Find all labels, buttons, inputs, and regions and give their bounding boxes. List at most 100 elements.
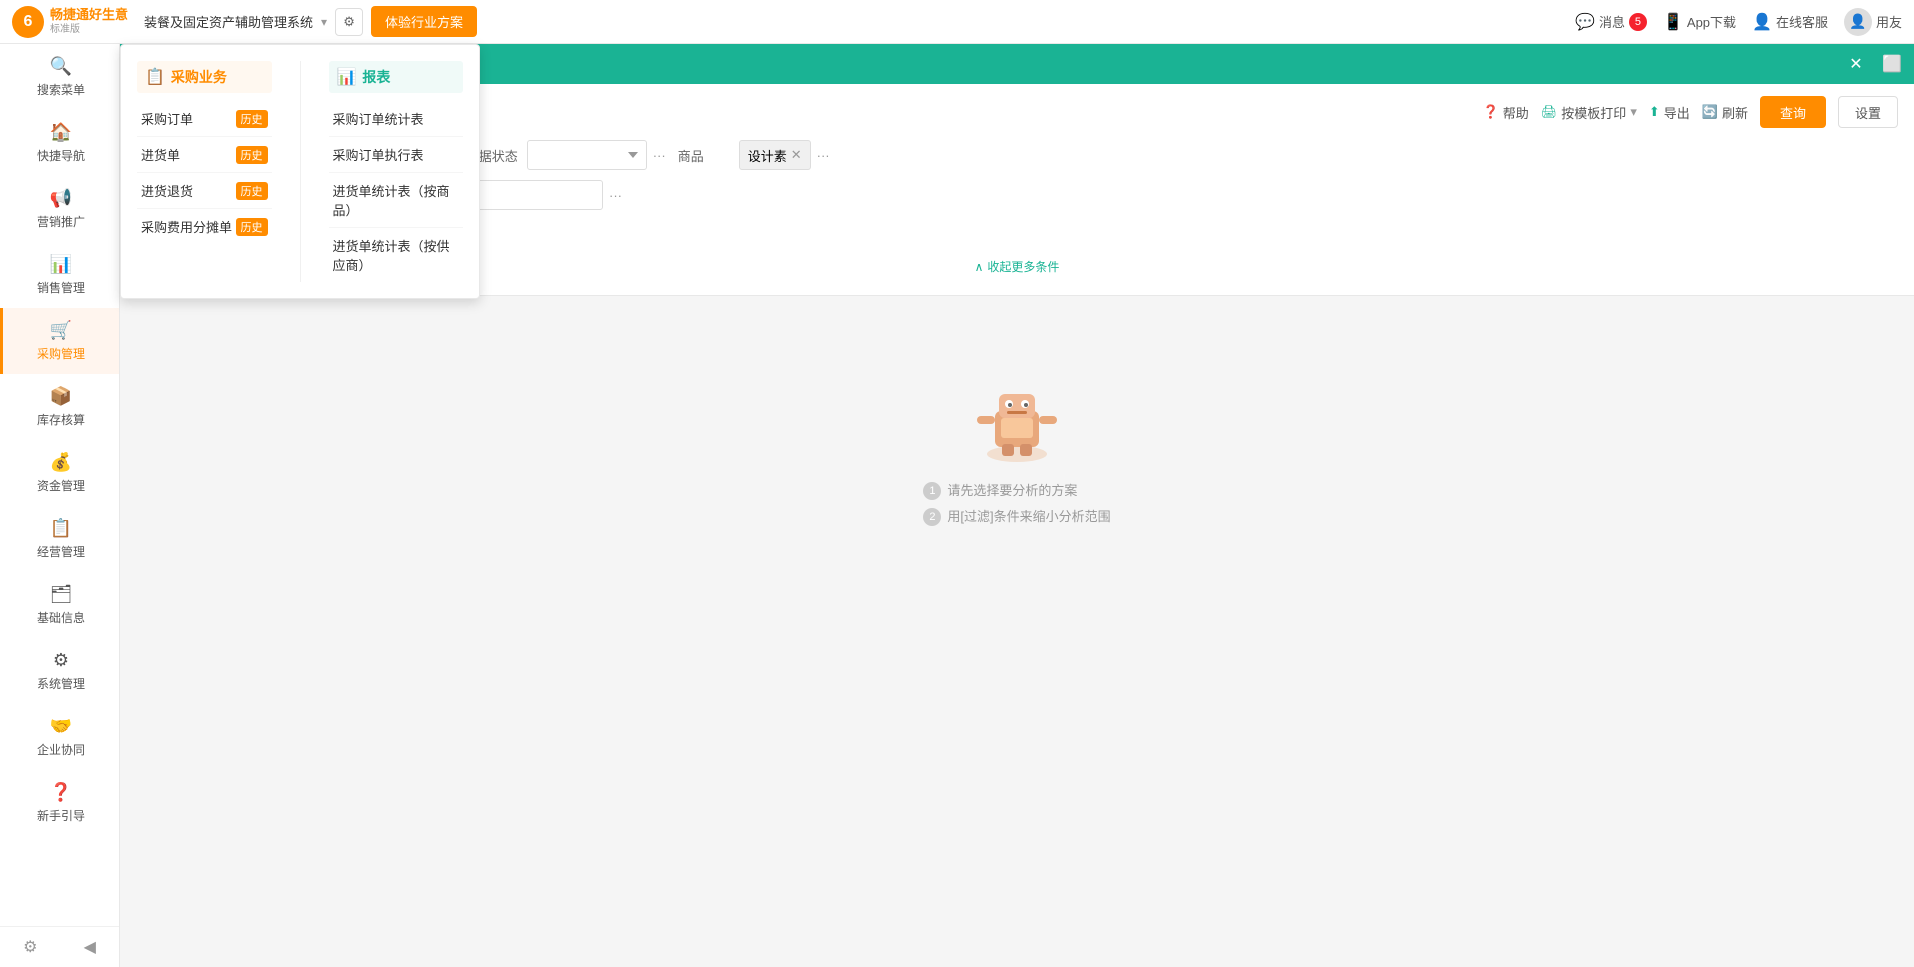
step2-text: 用[过滤]条件来缩小分析范围: [947, 504, 1110, 530]
tab-maximize-btn[interactable]: ⬜: [1878, 50, 1906, 78]
sidebar-item-inventory[interactable]: 📦 库存核算: [0, 374, 119, 440]
logo-text: 畅捷通好生意 标准版: [50, 7, 128, 37]
industry-button[interactable]: 体验行业方案: [371, 6, 477, 37]
brand-main: 畅捷通好生意: [50, 7, 128, 24]
message-label: 消息: [1599, 12, 1625, 31]
query-button[interactable]: 查询: [1760, 96, 1826, 128]
sidebar-label-system: 系统管理: [37, 675, 85, 692]
step2-num: 2: [923, 508, 941, 526]
export-button[interactable]: ⬆ 导出: [1649, 103, 1690, 122]
service-icon: 👤: [1752, 12, 1772, 32]
dropdown-purchase-title: 📋 采购业务: [137, 61, 272, 93]
sidebar-label-basic-info: 基础信息: [37, 609, 85, 626]
sidebar-item-sales[interactable]: 📊 销售管理: [0, 242, 119, 308]
print-button[interactable]: 🖨 按模板打印 ▾: [1541, 103, 1637, 122]
export-label: 导出: [1664, 103, 1690, 122]
dropdown-item-report-order-exec[interactable]: 采购订单执行表: [329, 137, 464, 173]
finance-icon: 💰: [50, 452, 72, 473]
inventory-icon: 📦: [50, 386, 72, 407]
sidebar-collapse-btn[interactable]: ◀: [84, 937, 96, 957]
dropdown-divider: [300, 61, 301, 282]
goods-dots[interactable]: ···: [817, 148, 830, 163]
sidebar-item-search[interactable]: 🔍 搜索菜单: [0, 44, 119, 110]
salesman-dots[interactable]: ···: [609, 188, 622, 203]
empty-state: 1 请先选择要分析的方案 2 用[过滤]条件来缩小分析范围: [120, 296, 1914, 610]
settings-config-button[interactable]: 设置: [1838, 96, 1898, 128]
dropdown-item-purchase-return[interactable]: 进货退货 历史: [137, 173, 272, 209]
header-center: 装餐及固定资产辅助管理系统 ▾ ⚙ 体验行业方案: [144, 6, 1575, 37]
empty-text: 1 请先选择要分析的方案 2 用[过滤]条件来缩小分析范围: [923, 478, 1110, 530]
print-arrow-icon[interactable]: ▾: [1630, 104, 1637, 120]
logo-area: 6 畅捷通好生意 标准版: [12, 6, 132, 38]
dropdown-item-purchase-order[interactable]: 采购订单 历史: [137, 101, 272, 137]
refresh-button[interactable]: 🔄 刷新: [1702, 103, 1748, 122]
sidebar-settings-btn[interactable]: ⚙: [23, 937, 37, 957]
sidebar-item-system[interactable]: ⚙ 系统管理: [0, 638, 119, 704]
user-label: 用友: [1876, 12, 1902, 31]
goods-tag-value: 设计素: [748, 146, 787, 165]
sidebar-label-search: 搜索菜单: [37, 81, 85, 98]
top-header: 6 畅捷通好生意 标准版 装餐及固定资产辅助管理系统 ▾ ⚙ 体验行业方案 💬 …: [0, 0, 1914, 44]
tab-close-btn[interactable]: ✕: [1842, 50, 1870, 78]
dropdown-item-purchase-receipt[interactable]: 进货单 历史: [137, 137, 272, 173]
sidebar-item-purchase[interactable]: 🛒 采购管理: [0, 308, 119, 374]
sales-icon: 📊: [50, 254, 72, 275]
sidebar-label-inventory: 库存核算: [37, 411, 85, 428]
sidebar: 🔍 搜索菜单 🏠 快捷导航 📢 营销推广 📊 销售管理 🛒 采购管理 📦 库存核…: [0, 44, 120, 967]
message-icon: 💬: [1575, 12, 1595, 32]
dropdown-report-section: 📊 报表 采购订单统计表 采购订单执行表 进货单统计表（按商品） 进货单统计表（…: [329, 61, 464, 282]
basic-info-icon: 🗂: [50, 584, 73, 605]
app-download-button[interactable]: 📱 App下载: [1663, 12, 1736, 32]
goods-tag: 设计素 ✕: [739, 140, 811, 170]
system-name: 装餐及固定资产辅助管理系统: [144, 12, 313, 31]
sidebar-item-finance[interactable]: 💰 资金管理: [0, 440, 119, 506]
collapse-icon: ∧: [975, 260, 984, 274]
dropdown-item-report-receipt-goods[interactable]: 进货单统计表（按商品）: [329, 173, 464, 228]
purchase-receipt-history: 历史: [236, 146, 268, 164]
sidebar-item-cooperation[interactable]: 🤝 企业协同: [0, 704, 119, 770]
help-button[interactable]: ❓ 帮助: [1483, 103, 1529, 122]
status-dots[interactable]: ···: [653, 148, 666, 163]
purchase-icon: 🛒: [50, 320, 72, 341]
purchase-receipt-label: 进货单: [141, 145, 180, 164]
sidebar-item-marketing[interactable]: 📢 营销推广: [0, 176, 119, 242]
sidebar-label-finance: 资金管理: [37, 477, 85, 494]
app-download-label: App下载: [1687, 12, 1736, 31]
online-service-label: 在线客服: [1776, 12, 1828, 31]
cooperation-icon: 🤝: [50, 716, 72, 737]
sidebar-item-operation[interactable]: 📋 经营管理: [0, 506, 119, 572]
dropdown-arrow-icon[interactable]: ▾: [321, 15, 327, 29]
sidebar-label-purchase: 采购管理: [37, 345, 85, 362]
home-icon: 🏠: [50, 122, 72, 143]
sidebar-label-guide: 新手引导: [37, 807, 85, 824]
sidebar-item-basic-info[interactable]: 🗂 基础信息: [0, 572, 119, 638]
user-area[interactable]: 👤 用友: [1844, 8, 1902, 36]
dropdown-item-purchase-expense[interactable]: 采购费用分摊单 历史: [137, 209, 272, 244]
sidebar-item-guide[interactable]: ❓ 新手引导: [0, 770, 119, 836]
purchase-return-label: 进货退货: [141, 181, 193, 200]
header-right: 💬 消息 5 📱 App下载 👤 在线客服 👤 用友: [1575, 8, 1902, 36]
goods-tag-close[interactable]: ✕: [791, 147, 802, 163]
refresh-icon: 🔄: [1702, 104, 1718, 120]
goods-label: 商品: [678, 146, 733, 165]
status-select[interactable]: [527, 140, 647, 170]
dropdown-item-report-order-stat[interactable]: 采购订单统计表: [329, 101, 464, 137]
step1-text: 请先选择要分析的方案: [947, 478, 1077, 504]
purchase-dropdown-menu: 📋 采购业务 采购订单 历史 进货单 历史 进货退货 历史 采购费用分摊单 历史…: [120, 44, 480, 299]
online-service-button[interactable]: 👤 在线客服: [1752, 12, 1828, 32]
settings-button[interactable]: ⚙: [335, 8, 363, 36]
sidebar-item-quick-nav[interactable]: 🏠 快捷导航: [0, 110, 119, 176]
report-section-label: 报表: [362, 67, 390, 87]
dropdown-report-title: 📊 报表: [329, 61, 464, 93]
tab-bar-right: ✕ ⬜: [1842, 50, 1906, 78]
operation-icon: 📋: [50, 518, 72, 539]
purchase-expense-label: 采购费用分摊单: [141, 217, 232, 236]
dropdown-item-report-receipt-supplier[interactable]: 进货单统计表（按供应商）: [329, 228, 464, 282]
report-section-icon: 📊: [337, 67, 357, 87]
message-button[interactable]: 💬 消息 5: [1575, 12, 1647, 32]
logo-icon: 6: [12, 6, 44, 38]
purchase-section-label: 采购业务: [171, 67, 227, 87]
help-icon: ❓: [1483, 104, 1499, 120]
purchase-order-label: 采购订单: [141, 109, 193, 128]
sidebar-label-cooperation: 企业协同: [37, 741, 85, 758]
